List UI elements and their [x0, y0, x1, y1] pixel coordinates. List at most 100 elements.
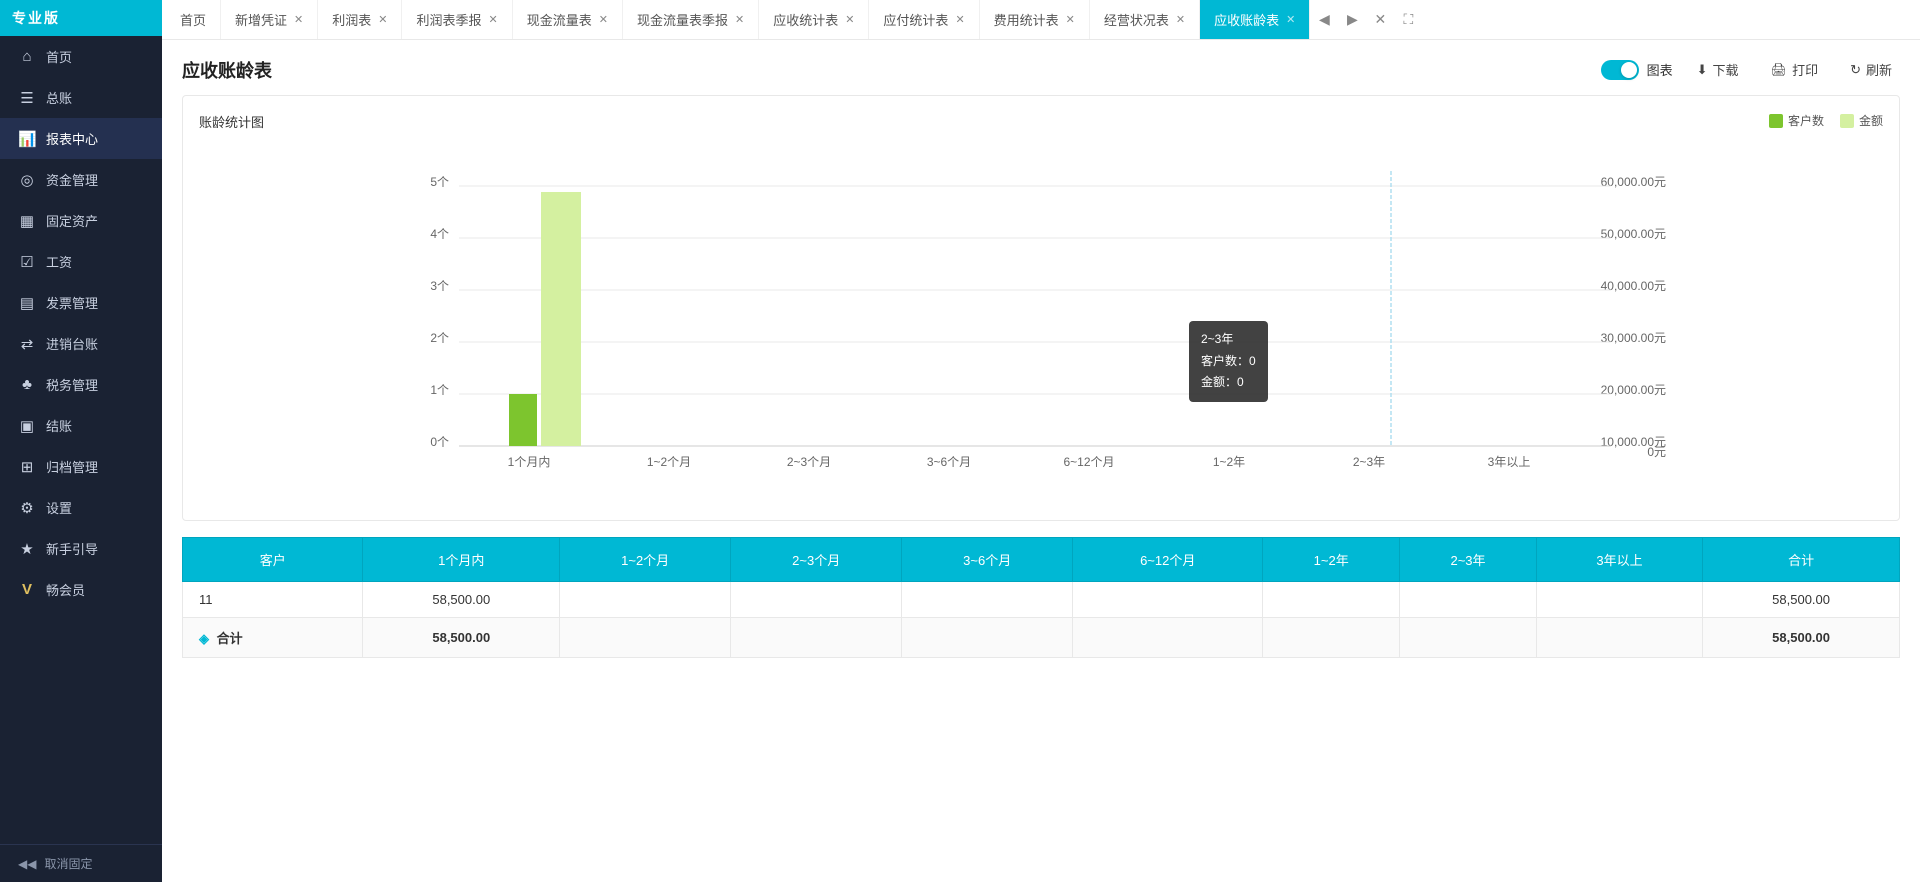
total-m1: 58,500.00	[363, 618, 560, 658]
sidebar-label-reports: 报表中心	[46, 129, 98, 148]
row-customer: 11	[183, 582, 363, 618]
table-header-row: 客户 1个月内 1~2个月 2~3个月 3~6个月 6~12个月 1~2年 2~…	[183, 538, 1900, 582]
tab-profit-quarter-label: 利润表季报	[416, 10, 481, 29]
sidebar-label-guide: 新手引导	[46, 539, 98, 558]
total-y23	[1400, 618, 1537, 658]
sidebar-item-home[interactable]: ⌂ 首页	[0, 36, 162, 77]
tab-ar-stat-close[interactable]: ✕	[845, 13, 854, 26]
download-label: 下载	[1713, 60, 1739, 79]
svg-text:1~2个月: 1~2个月	[647, 455, 691, 469]
tab-profit-quarter-close[interactable]: ✕	[489, 13, 498, 26]
sidebar-item-archive[interactable]: ⊞ 归档管理	[0, 446, 162, 487]
col-y23: 2~3年	[1400, 538, 1537, 582]
svg-text:3年以上: 3年以上	[1488, 455, 1531, 469]
sidebar-label-home: 首页	[46, 47, 72, 66]
tab-expense-stat[interactable]: 费用统计表 ✕	[980, 0, 1090, 40]
sidebar-label-sales: 进销台账	[46, 334, 98, 353]
tax-icon: ♣	[18, 376, 36, 393]
tab-biz-status[interactable]: 经营状况表 ✕	[1090, 0, 1200, 40]
tab-cashflow-close[interactable]: ✕	[599, 13, 608, 26]
tab-cashflow[interactable]: 现金流量表 ✕	[513, 0, 623, 40]
tab-nav-prev[interactable]: ◀	[1310, 0, 1338, 40]
sidebar-item-invoice[interactable]: ▤ 发票管理	[0, 282, 162, 323]
tab-expense-stat-close[interactable]: ✕	[1066, 13, 1075, 26]
print-btn[interactable]: 🖨 打印	[1763, 56, 1827, 83]
total-m12	[560, 618, 731, 658]
tab-bar: 首页 新增凭证 ✕ 利润表 ✕ 利润表季报 ✕ 现金流量表 ✕ 现金流量表季报 …	[162, 0, 1920, 40]
sidebar-item-closing[interactable]: ▣ 结账	[0, 405, 162, 446]
header-actions: 图表 ⬇ 下载 🖨 打印 ↻ 刷新	[1601, 56, 1900, 83]
tab-voucher-label: 新增凭证	[235, 10, 287, 29]
svg-text:1个月内: 1个月内	[508, 455, 551, 469]
tab-profit-quarter[interactable]: 利润表季报 ✕	[402, 0, 512, 40]
chart-legend: 客户数 金额	[1769, 112, 1883, 129]
tab-voucher[interactable]: 新增凭证 ✕	[221, 0, 318, 40]
row-y23	[1400, 582, 1537, 618]
tab-ap-stat-close[interactable]: ✕	[955, 13, 964, 26]
svg-text:40,000.00元: 40,000.00元	[1601, 279, 1666, 293]
tab-fullscreen[interactable]: ⛶	[1394, 0, 1422, 40]
sidebar-item-ledger[interactable]: ☰ 总账	[0, 77, 162, 118]
tab-ar-stat[interactable]: 应收统计表 ✕	[759, 0, 869, 40]
legend-customers-color	[1769, 114, 1783, 128]
tab-cashflow-quarter[interactable]: 现金流量表季报 ✕	[623, 0, 759, 40]
download-btn[interactable]: ⬇ 下载	[1689, 56, 1747, 83]
sidebar-item-reports[interactable]: 📊 报表中心	[0, 118, 162, 159]
svg-text:30,000.00元: 30,000.00元	[1601, 331, 1666, 345]
sidebar-item-assets[interactable]: ▦ 固定资产	[0, 200, 162, 241]
sidebar-item-sales[interactable]: ⇄ 进销台账	[0, 323, 162, 364]
tab-cashflow-quarter-close[interactable]: ✕	[735, 13, 744, 26]
tab-ap-stat[interactable]: 应付统计表 ✕	[869, 0, 979, 40]
chart-svg: 5个 4个 3个 2个 1个 0个 60,000.00元 50,000.00元 …	[199, 141, 1883, 501]
sidebar-item-guide[interactable]: ★ 新手引导	[0, 528, 162, 569]
svg-text:1个: 1个	[430, 383, 449, 397]
total-m36	[902, 618, 1073, 658]
tab-profit[interactable]: 利润表 ✕	[318, 0, 402, 40]
refresh-btn[interactable]: ↻ 刷新	[1842, 56, 1900, 83]
total-total: 58,500.00	[1703, 618, 1900, 658]
sidebar-item-tax[interactable]: ♣ 税务管理	[0, 364, 162, 405]
reports-icon: 📊	[18, 130, 36, 148]
tab-close-all[interactable]: ✕	[1366, 0, 1394, 40]
svg-text:3~6个月: 3~6个月	[927, 455, 971, 469]
tab-voucher-close[interactable]: ✕	[294, 13, 303, 26]
toggle-thumb	[1621, 62, 1637, 78]
sidebar-label-archive: 归档管理	[46, 457, 98, 476]
chart-title: 账龄统计图	[199, 112, 1883, 131]
tab-ar-aging-close[interactable]: ✕	[1286, 13, 1295, 26]
sidebar-label-tax: 税务管理	[46, 375, 98, 394]
bar-amount-1	[541, 192, 581, 446]
sidebar-label-ledger: 总账	[46, 88, 72, 107]
row-m1: 58,500.00	[363, 582, 560, 618]
row-total: 58,500.00	[1703, 582, 1900, 618]
sidebar-item-payroll[interactable]: ☑ 工资	[0, 241, 162, 282]
tab-biz-status-label: 经营状况表	[1104, 10, 1169, 29]
table-row: 11 58,500.00 58,500.00	[183, 582, 1900, 618]
svg-text:60,000.00元: 60,000.00元	[1601, 175, 1666, 189]
toggle-track[interactable]	[1601, 60, 1639, 80]
col-m612: 6~12个月	[1073, 538, 1263, 582]
tab-cashflow-quarter-label: 现金流量表季报	[637, 10, 728, 29]
tab-ar-aging[interactable]: 应收账龄表 ✕	[1200, 0, 1310, 40]
assets-icon: ▦	[18, 212, 36, 230]
page-header: 应收账龄表 图表 ⬇ 下载 🖨 打印 ↻ 刷新	[162, 40, 1920, 95]
tab-profit-close[interactable]: ✕	[378, 13, 387, 26]
data-table: 客户 1个月内 1~2个月 2~3个月 3~6个月 6~12个月 1~2年 2~…	[182, 537, 1900, 658]
total-icon: ◈	[199, 631, 209, 646]
svg-text:1~2年: 1~2年	[1213, 455, 1245, 469]
guide-icon: ★	[18, 540, 36, 558]
sidebar: 专业版 ⌂ 首页 ☰ 总账 📊 报表中心 ◎ 资金管理 ▦ 固定资产 ☑ 工资 …	[0, 0, 162, 882]
tab-nav-next[interactable]: ▶	[1338, 0, 1366, 40]
invoice-icon: ▤	[18, 294, 36, 312]
tab-home-label: 首页	[180, 10, 206, 29]
tab-expense-stat-label: 费用统计表	[994, 10, 1059, 29]
svg-text:2~3个月: 2~3个月	[787, 455, 831, 469]
sidebar-item-funds[interactable]: ◎ 资金管理	[0, 159, 162, 200]
total-y3plus	[1536, 618, 1702, 658]
chart-toggle[interactable]: 图表	[1601, 60, 1673, 80]
tab-biz-status-close[interactable]: ✕	[1176, 13, 1185, 26]
sidebar-item-settings[interactable]: ⚙ 设置	[0, 487, 162, 528]
tab-home[interactable]: 首页	[166, 0, 221, 40]
sidebar-item-member[interactable]: V 畅会员	[0, 569, 162, 610]
sidebar-collapse-btn[interactable]: ◀◀ 取消固定	[0, 844, 162, 882]
